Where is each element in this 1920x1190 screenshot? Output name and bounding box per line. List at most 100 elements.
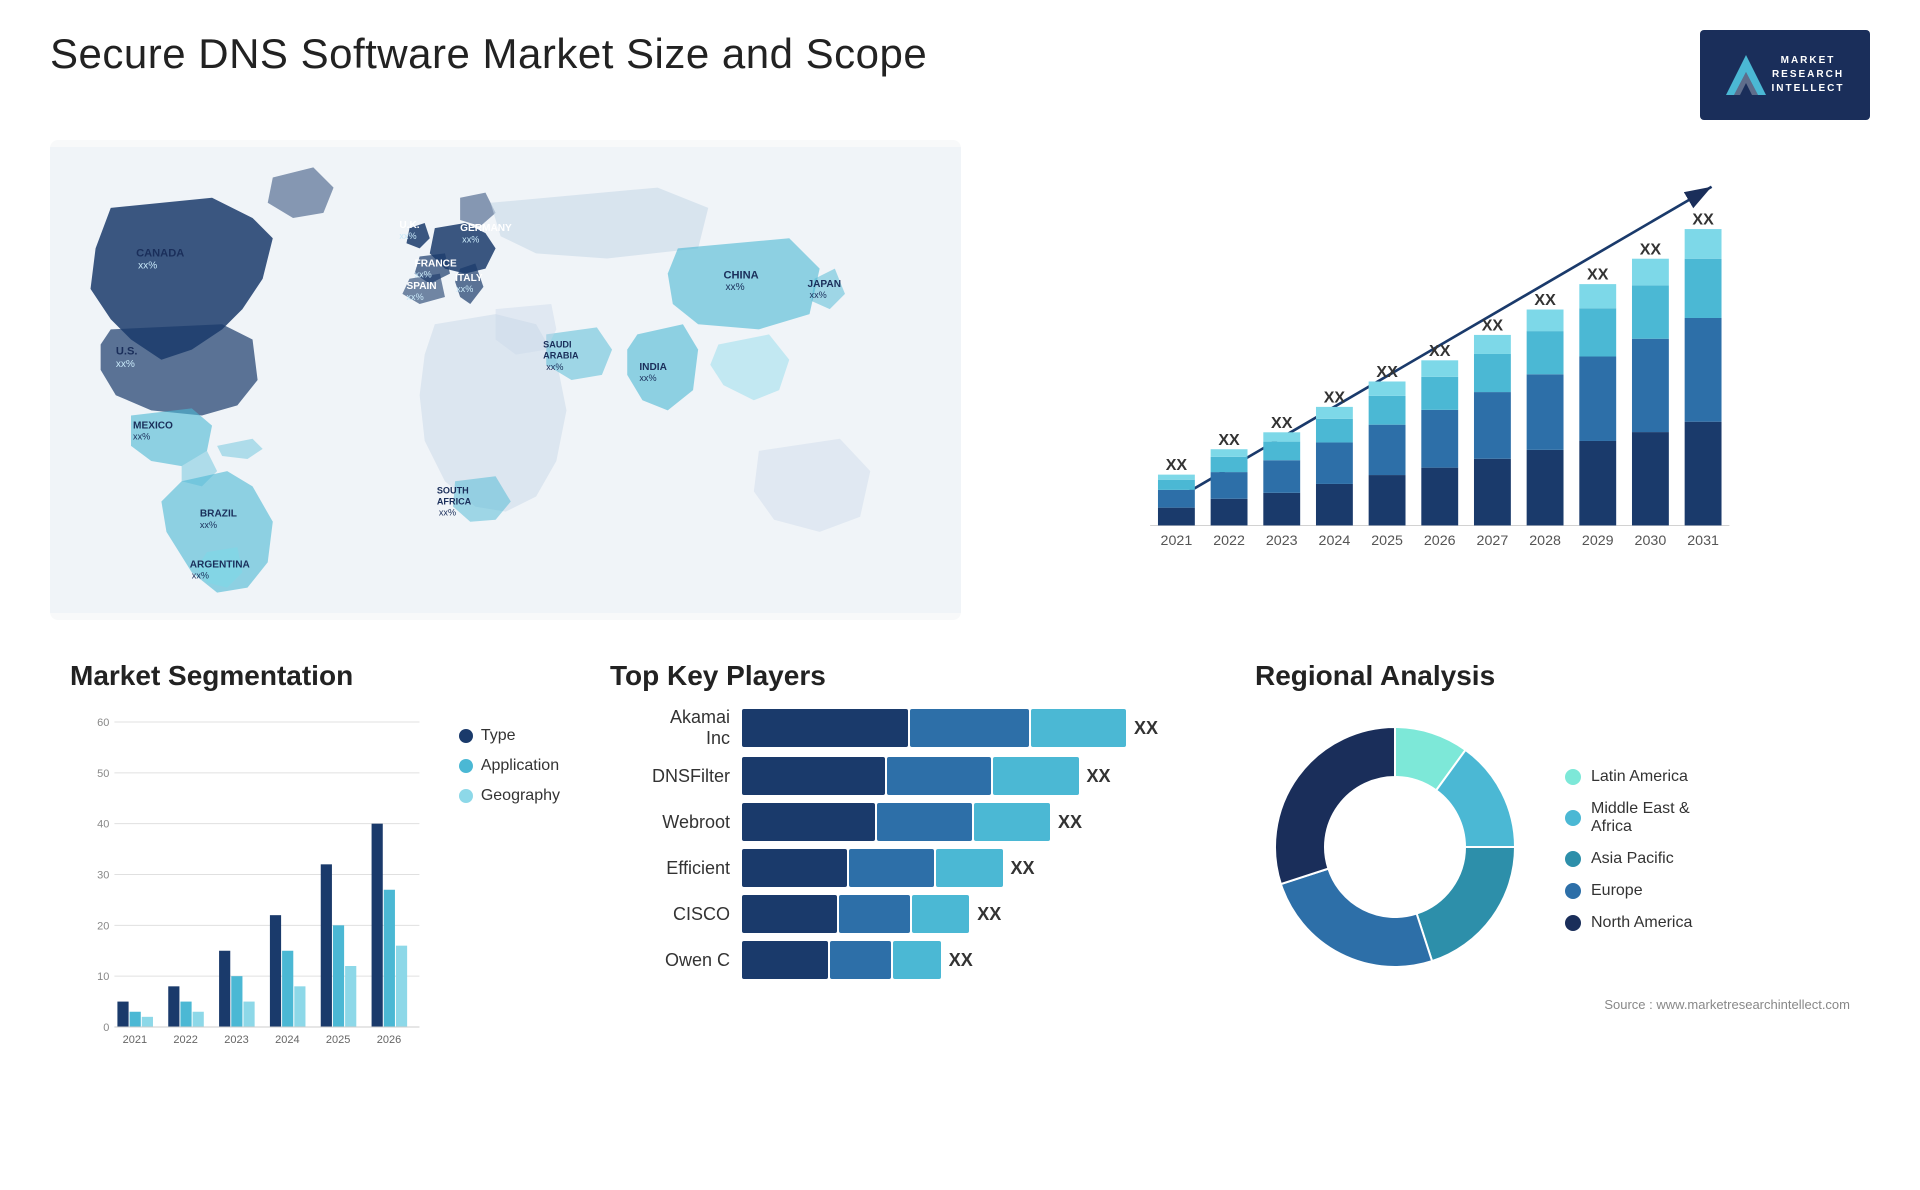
regional-legend-label: North America [1591, 914, 1692, 932]
regional-legend-dot [1565, 810, 1581, 826]
svg-text:XX: XX [1587, 266, 1609, 284]
player-row: Webroot XX [610, 803, 1205, 841]
svg-text:xx%: xx% [725, 282, 744, 293]
svg-text:XX: XX [1535, 291, 1557, 309]
svg-text:20: 20 [97, 920, 109, 932]
svg-text:2026: 2026 [1424, 533, 1456, 549]
svg-text:2024: 2024 [1319, 533, 1351, 549]
player-bar-wrap: XX [742, 941, 1205, 979]
svg-text:xx%: xx% [439, 508, 456, 518]
svg-text:30: 30 [97, 870, 109, 882]
player-bar-seg1 [742, 895, 837, 933]
regional-legend-label: Middle East & Africa [1591, 800, 1690, 836]
player-name: Owen C [610, 950, 730, 971]
svg-text:2027: 2027 [1477, 533, 1509, 549]
seg-chart-wrapper: 0102030405060202120222023202420252026 Ty… [70, 707, 560, 1062]
svg-text:SAUDI: SAUDI [543, 340, 571, 350]
svg-text:2028: 2028 [1530, 533, 1562, 549]
legend-application: Application [459, 757, 560, 775]
header: Secure DNS Software Market Size and Scop… [50, 30, 1870, 120]
svg-text:2031: 2031 [1688, 533, 1720, 549]
svg-text:xx%: xx% [116, 359, 135, 370]
player-bar-seg1 [742, 941, 828, 979]
bar-chart-svg: XX2021XX2022XX2023XX2024XX2025XX2026XX20… [1021, 160, 1850, 570]
player-bar-container [742, 895, 969, 933]
svg-text:2025: 2025 [326, 1034, 350, 1046]
player-bar-seg3 [912, 895, 969, 933]
player-bar-wrap: XX [742, 709, 1205, 747]
svg-text:XX: XX [1693, 211, 1715, 229]
bar-chart: XX2021XX2022XX2023XX2024XX2025XX2026XX20… [1001, 140, 1870, 620]
svg-text:JAPAN: JAPAN [807, 279, 841, 290]
svg-text:xx%: xx% [133, 432, 150, 442]
player-bar-container [742, 709, 1126, 747]
svg-text:2022: 2022 [1214, 533, 1246, 549]
svg-text:FRANCE: FRANCE [415, 259, 457, 270]
svg-text:2026: 2026 [377, 1034, 401, 1046]
logo-box: MARKET RESEARCH INTELLECT [1700, 30, 1870, 120]
player-name: Webroot [610, 812, 730, 833]
regional-legend-dot [1565, 883, 1581, 899]
player-bar-seg3 [1031, 709, 1126, 747]
player-bar-wrap: XX [742, 757, 1205, 795]
world-map: CANADA xx% U.S. xx% MEXICO xx% BRAZIL xx… [50, 140, 961, 620]
regional-analysis: Regional Analysis Latin America Middle Ea… [1235, 650, 1870, 1170]
logo: MARKET RESEARCH INTELLECT [1700, 30, 1870, 120]
svg-text:xx%: xx% [399, 231, 416, 241]
regional-legend: Latin America Middle East & Africa Asia Pa… [1565, 768, 1692, 932]
svg-text:xx%: xx% [639, 373, 656, 383]
svg-text:ITALY: ITALY [455, 273, 483, 284]
player-bar-container [742, 941, 941, 979]
key-players-title: Top Key Players [610, 660, 1205, 692]
top-section: CANADA xx% U.S. xx% MEXICO xx% BRAZIL xx… [50, 140, 1870, 620]
svg-text:2023: 2023 [224, 1034, 248, 1046]
svg-text:XX: XX [1640, 240, 1662, 258]
player-bar-seg2 [839, 895, 910, 933]
player-bar-seg1 [742, 709, 908, 747]
svg-text:XX: XX [1271, 414, 1293, 432]
player-bar-seg2 [910, 709, 1029, 747]
svg-text:INDIA: INDIA [639, 362, 667, 373]
player-bar-seg3 [993, 757, 1079, 795]
player-bar-seg3 [974, 803, 1050, 841]
player-name: Efficient [610, 858, 730, 879]
svg-text:40: 40 [97, 819, 109, 831]
player-bar-wrap: XX [742, 803, 1205, 841]
svg-text:2022: 2022 [173, 1034, 197, 1046]
legend-type: Type [459, 727, 560, 745]
svg-text:10: 10 [97, 971, 109, 983]
market-seg-title: Market Segmentation [70, 660, 560, 692]
regional-legend-label: Latin America [1591, 768, 1688, 786]
svg-text:CANADA: CANADA [136, 247, 184, 259]
svg-text:U.K.: U.K. [399, 220, 419, 231]
regional-legend-item: Middle East & Africa [1565, 800, 1692, 836]
regional-legend-label: Europe [1591, 882, 1643, 900]
regional-legend-item: Asia Pacific [1565, 850, 1692, 868]
regional-legend-item: Europe [1565, 882, 1692, 900]
logo-line1: MARKET [1772, 54, 1845, 68]
player-bar-seg3 [893, 941, 941, 979]
logo-line3: INTELLECT [1772, 82, 1845, 96]
player-row: Efficient XX [610, 849, 1205, 887]
player-xx: XX [1134, 718, 1158, 739]
regional-legend-dot [1565, 769, 1581, 785]
svg-text:xx%: xx% [200, 520, 217, 530]
market-segmentation: Market Segmentation 01020304050602021202… [50, 650, 580, 1170]
svg-text:GERMANY: GERMANY [460, 223, 512, 234]
svg-text:xx%: xx% [415, 270, 432, 280]
player-name: Akamai Inc [610, 707, 730, 749]
player-xx: XX [977, 904, 1001, 925]
player-xx: XX [1087, 766, 1111, 787]
player-bar-seg2 [877, 803, 972, 841]
svg-text:xx%: xx% [462, 234, 479, 244]
svg-text:CHINA: CHINA [723, 270, 758, 282]
regional-legend-item: Latin America [1565, 768, 1692, 786]
svg-text:ARGENTINA: ARGENTINA [190, 559, 251, 570]
map-svg: CANADA xx% U.S. xx% MEXICO xx% BRAZIL xx… [50, 140, 961, 620]
regional-title: Regional Analysis [1255, 660, 1850, 692]
key-players: Top Key Players Akamai IncXXDNSFilterXXW… [580, 650, 1235, 1170]
svg-text:xx%: xx% [138, 261, 157, 272]
player-name: CISCO [610, 904, 730, 925]
player-bar-wrap: XX [742, 849, 1205, 887]
legend-label-geography: Geography [481, 787, 560, 805]
